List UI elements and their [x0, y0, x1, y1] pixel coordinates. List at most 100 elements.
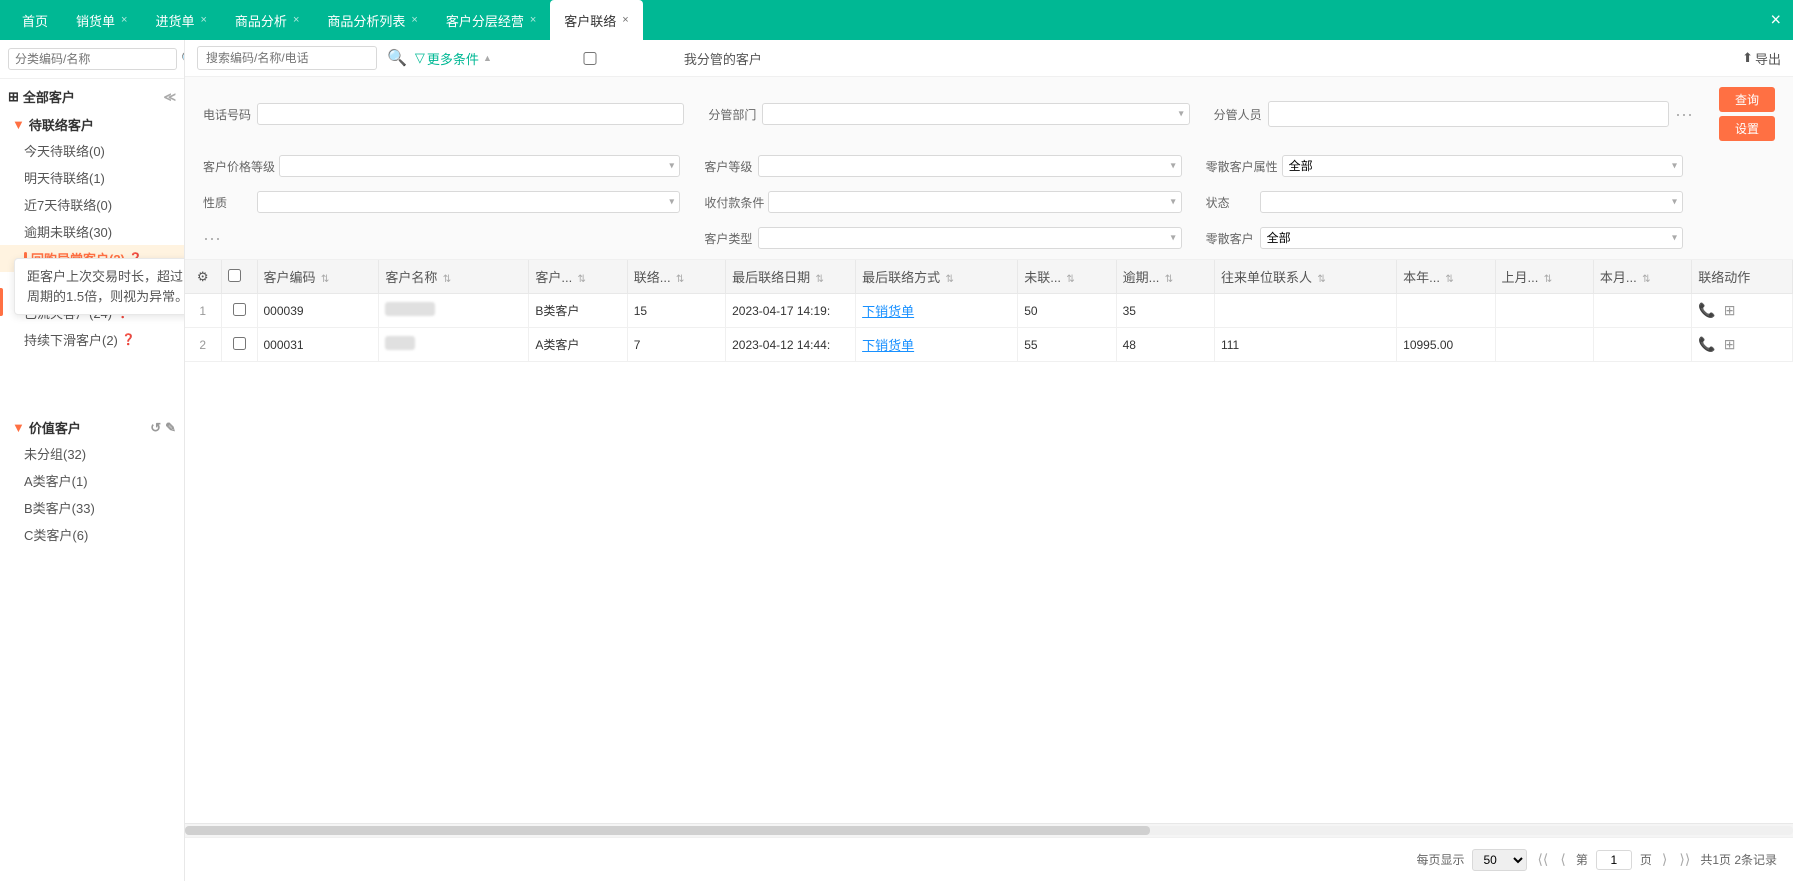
sidebar-item-today-pending[interactable]: 今天待联络(0) — [0, 137, 184, 164]
nav-customer-tier[interactable]: 客户分层经营 × — [432, 0, 550, 40]
sidebar-item-ungrouped[interactable]: 未分组(32) — [0, 440, 184, 467]
sidebar-item-tomorrow-pending[interactable]: 明天待联络(1) — [0, 164, 184, 191]
all-customers-section[interactable]: ⊞ 全部客户 ≪ — [0, 79, 184, 110]
retail-attr-select[interactable]: 全部 — [1282, 155, 1683, 177]
search-input[interactable] — [197, 46, 377, 70]
declining-help-icon[interactable]: ❓ — [122, 333, 136, 346]
sidebar-search-input[interactable] — [8, 48, 177, 70]
pay-condition-select[interactable] — [768, 191, 1181, 213]
row2-checkbox[interactable] — [221, 328, 257, 362]
row2-checkbox-input[interactable] — [233, 337, 246, 350]
sidebar-search-area: 🔍 — [0, 40, 184, 79]
per-page-select[interactable]: 50 — [1472, 849, 1527, 871]
last-page-btn[interactable]: ⟩⟩ — [1677, 851, 1692, 868]
refresh-icon[interactable]: ↺ — [150, 420, 161, 436]
row1-menu-icon[interactable]: ⊞ — [1724, 302, 1736, 319]
more-conditions-btn[interactable]: ▽ 更多条件 ▲ — [415, 49, 492, 68]
current-page-input[interactable] — [1596, 850, 1632, 870]
my-customer-checkbox-area[interactable]: 我分管的客户 — [500, 49, 762, 68]
row1-checkbox[interactable] — [221, 294, 257, 328]
nav-product-analysis[interactable]: 商品分析 × — [221, 0, 313, 40]
sidebar-item-b-class[interactable]: B类客户(33) — [0, 494, 184, 521]
scroll-thumb[interactable] — [185, 826, 1150, 835]
sort-last-date-icon[interactable]: ⇅ — [815, 274, 823, 285]
row2-phone-icon[interactable]: 📞 — [1698, 336, 1715, 353]
first-page-btn[interactable]: ⟨⟨ — [1535, 851, 1550, 868]
row2-name — [379, 328, 529, 362]
table-row: 1 000039 B类客户 15 2023-04-17 14:19: 下销货单 … — [185, 294, 1793, 328]
nav-home[interactable]: 首页 — [8, 0, 62, 40]
filter-row-2: 客户价格等级 客户等级 零散客户属性 全部 — [197, 151, 1781, 181]
my-customer-checkbox[interactable] — [500, 52, 680, 65]
settings-btn[interactable]: 设置 — [1719, 116, 1775, 141]
sidebar-item-overdue-pending[interactable]: 逾期未联络(30) — [0, 218, 184, 245]
nav-product-analysis-list-close[interactable]: × — [411, 14, 417, 26]
sort-contact-person-icon[interactable]: ⇅ — [1317, 274, 1325, 285]
nav-customer-contact-close[interactable]: × — [622, 14, 628, 26]
horizontal-scrollbar[interactable] — [185, 823, 1793, 837]
query-btn[interactable]: 查询 — [1719, 87, 1775, 112]
dept-select[interactable] — [762, 103, 1189, 125]
table-header-row: ⚙ 客户编码 ⇅ 客户名称 ⇅ — [185, 260, 1793, 294]
sidebar-item-7days-pending[interactable]: 近7天待联络(0) — [0, 191, 184, 218]
nav-purchase-close[interactable]: × — [200, 14, 206, 26]
filter-staff: 分管人员 ··· — [1208, 83, 1701, 145]
sort-last-month-icon[interactable]: ⇅ — [1544, 274, 1552, 285]
export-btn[interactable]: ⬆ 导出 — [1742, 49, 1781, 68]
row1-phone-icon[interactable]: 📞 — [1698, 302, 1715, 319]
staff-more-icon[interactable]: ··· — [1673, 105, 1695, 123]
sort-contact-count-icon[interactable]: ⇅ — [676, 274, 684, 285]
sidebar-collapse-btn[interactable]: ≪ — [163, 90, 176, 104]
filter-retail-attr: 零散客户属性 全部 — [1200, 151, 1689, 181]
pending-contact-group[interactable]: ▼ 待联络客户 — [0, 110, 184, 137]
sort-type-icon[interactable]: ⇅ — [578, 274, 586, 285]
main-layout: 🔍 ⊞ 全部客户 ≪ ▼ 待联络客户 今天待联络(0) 明天待联络(1) 近7天… — [0, 40, 1793, 881]
sidebar-item-c-class[interactable]: C类客户(6) — [0, 521, 184, 548]
nav-product-analysis-close[interactable]: × — [293, 14, 299, 26]
table-row: 2 000031 A类客户 7 2023-04-12 14:44: 下销货单 5… — [185, 328, 1793, 362]
row1-actions: 📞 ⊞ — [1692, 294, 1793, 328]
row1-last-method-link[interactable]: 下销货单 — [862, 304, 914, 319]
row1-last-method[interactable]: 下销货单 — [856, 294, 1018, 328]
nav-customer-tier-close[interactable]: × — [530, 14, 536, 26]
col-code: 客户编码 ⇅ — [257, 260, 379, 294]
sort-this-month-icon[interactable]: ⇅ — [1642, 274, 1650, 285]
retail-customer-select[interactable]: 全部 — [1260, 227, 1683, 249]
sidebar-item-a-class[interactable]: A类客户(1) — [0, 467, 184, 494]
col-contact-count: 联络... ⇅ — [627, 260, 725, 294]
row4-dots[interactable]: ··· — [203, 228, 221, 249]
sort-code-icon[interactable]: ⇅ — [321, 274, 329, 285]
price-grade-select[interactable] — [279, 155, 680, 177]
sort-last-method-icon[interactable]: ⇅ — [945, 274, 953, 285]
phone-input[interactable] — [257, 103, 684, 125]
edit-icon[interactable]: ✎ — [165, 420, 176, 436]
settings-icon[interactable]: ⚙ — [197, 269, 209, 284]
col-settings[interactable]: ⚙ — [185, 260, 221, 294]
sort-no-contact-icon[interactable]: ⇅ — [1066, 274, 1074, 285]
nav-product-analysis-list[interactable]: 商品分析列表 × — [313, 0, 431, 40]
next-page-btn[interactable]: ⟩ — [1660, 851, 1669, 868]
filter-search-icon[interactable]: 🔍 — [387, 48, 407, 68]
prev-page-btn[interactable]: ⟨ — [1558, 851, 1567, 868]
gender-select[interactable] — [257, 191, 680, 213]
sort-overdue-icon[interactable]: ⇅ — [1165, 274, 1173, 285]
row2-menu-icon[interactable]: ⊞ — [1724, 336, 1736, 353]
window-close-btn[interactable]: × — [1770, 10, 1781, 31]
nav-sales[interactable]: 销货单 × — [62, 0, 141, 40]
customer-grade-select[interactable] — [758, 155, 1181, 177]
sidebar-search-icon[interactable]: 🔍 — [181, 51, 185, 67]
sort-this-year-icon[interactable]: ⇅ — [1445, 274, 1453, 285]
sort-name-icon[interactable]: ⇅ — [443, 274, 451, 285]
nav-purchase[interactable]: 进货单 × — [141, 0, 220, 40]
sidebar-item-declining[interactable]: 持续下滑客户(2) ❓ — [0, 326, 184, 353]
nav-customer-contact[interactable]: 客户联络 × — [550, 0, 642, 40]
row2-last-method-link[interactable]: 下销货单 — [862, 338, 914, 353]
select-all-checkbox[interactable] — [228, 269, 241, 282]
status-select[interactable] — [1260, 191, 1683, 213]
row1-contact-count: 15 — [627, 294, 725, 328]
customer-type-select[interactable] — [758, 227, 1181, 249]
row2-last-method[interactable]: 下销货单 — [856, 328, 1018, 362]
row1-checkbox-input[interactable] — [233, 303, 246, 316]
page-end-label: 页 — [1640, 851, 1652, 868]
nav-sales-close[interactable]: × — [121, 14, 127, 26]
